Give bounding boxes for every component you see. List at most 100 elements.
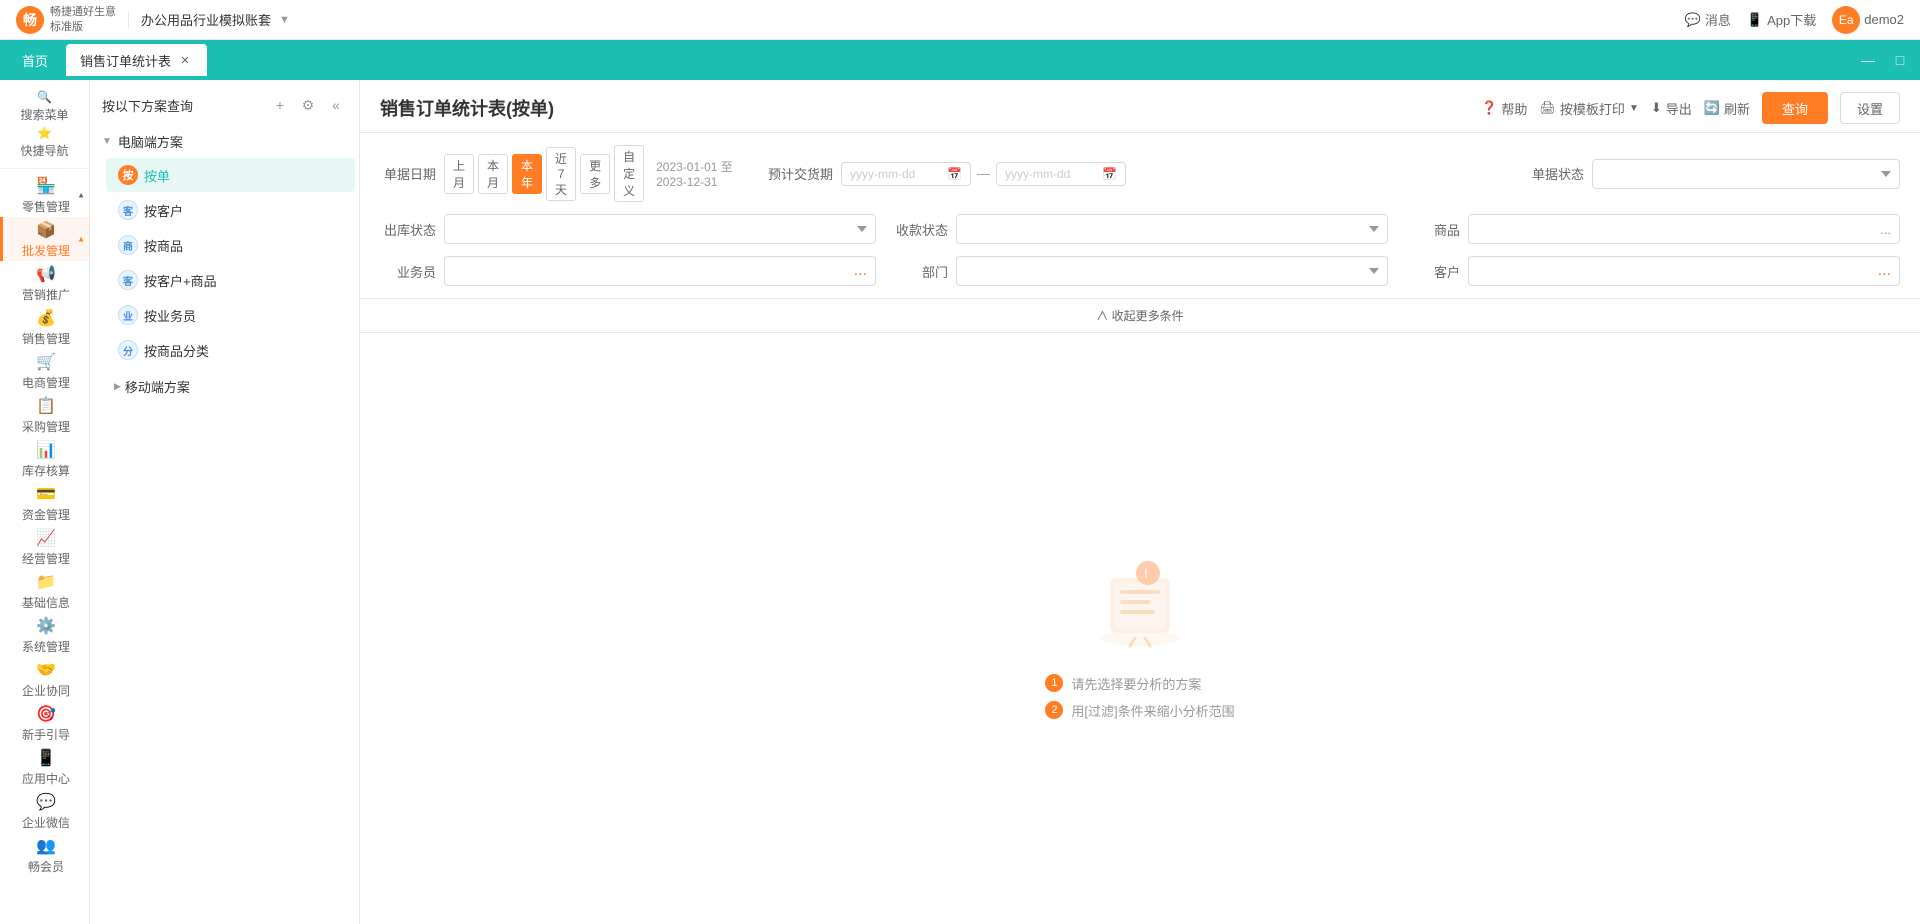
panel-collapse-button[interactable]: «: [325, 94, 347, 116]
sidebar-item-inventory[interactable]: 📊 库存核算: [0, 437, 89, 481]
date-btn-last-month[interactable]: 上月: [444, 154, 474, 194]
nav-icon: ⭐: [37, 126, 52, 140]
main-layout: 🔍 搜索菜单 ⭐ 快捷导航 🏪 零售管理 📦 批发管理 📢 营销推广: [0, 80, 1920, 924]
sidebar-item-system[interactable]: ⚙️ 系统管理: [0, 613, 89, 657]
settings-button[interactable]: 设置: [1840, 92, 1900, 124]
sidebar-item-enterprise[interactable]: 🤝 企业协同: [0, 657, 89, 701]
date-btn-this-month[interactable]: 本月: [478, 154, 508, 194]
department-label: 部门: [892, 262, 948, 281]
plan-list: ▼ 电脑端方案 按 按单 客 按客户 商: [90, 122, 359, 408]
date-btn-last-7days[interactable]: 近7天: [546, 147, 576, 201]
basic-icon: 📁: [36, 572, 56, 592]
app-download-button[interactable]: 📱 App下载: [1747, 10, 1816, 29]
plan-group-desktop: ▼ 电脑端方案 按 按单 客 按客户 商: [90, 126, 359, 367]
plan-item-label-by-salesman: 按业务员: [144, 306, 196, 325]
help-button[interactable]: ❓ 帮助: [1481, 99, 1527, 118]
wholesale-icon: 📦: [36, 220, 56, 240]
query-button[interactable]: 查询: [1762, 92, 1828, 124]
member-icon: 👥: [36, 836, 56, 856]
plan-item-by-customer-product[interactable]: 客 按客户+商品: [106, 263, 355, 297]
salesman-more-icon[interactable]: ...: [854, 262, 867, 280]
left-panel-header: 按以下方案查询 + ⚙ «: [90, 88, 359, 122]
refresh-button[interactable]: 🔄 刷新: [1704, 99, 1750, 118]
sidebar-item-newbie[interactable]: 🎯 新手引导: [0, 701, 89, 745]
message-button[interactable]: 💬 消息: [1685, 10, 1731, 29]
filter-doc-status-field: 单据状态: [1528, 159, 1900, 189]
filter-ship-status-field: 出库状态: [380, 214, 876, 244]
filter-department-field: 部门: [892, 256, 1388, 286]
purchase-icon: 📋: [36, 396, 56, 416]
marketing-icon: 📢: [36, 264, 56, 284]
plan-item-icon-by-customer: 客: [118, 200, 138, 220]
tab-minimize-button[interactable]: —: [1856, 48, 1880, 72]
sidebar-item-operation[interactable]: 📈 经营管理: [0, 525, 89, 569]
tab-home[interactable]: 首页: [8, 44, 62, 76]
date-btn-custom[interactable]: 自定义: [614, 145, 644, 202]
date-btn-this-year[interactable]: 本年: [512, 154, 542, 194]
user-avatar[interactable]: Ea demo2: [1832, 6, 1904, 34]
plan-item-label-by-order: 按单: [144, 166, 170, 185]
left-panel-title: 按以下方案查询: [102, 96, 193, 115]
filter-customer-field: 客户 ...: [1404, 256, 1900, 286]
ship-status-select[interactable]: [444, 214, 876, 244]
plan-item-by-order[interactable]: 按 按单: [106, 158, 355, 192]
add-plan-button[interactable]: +: [269, 94, 291, 116]
filter-row-2: 出库状态 收款状态 商品: [380, 214, 1900, 244]
logo-text: 畅捷通好生意 标准版: [50, 5, 116, 34]
sidebar-item-ecommerce[interactable]: 🛒 电商管理: [0, 349, 89, 393]
plan-group-desktop-header[interactable]: ▼ 电脑端方案: [90, 126, 359, 157]
workspace-dropdown-icon[interactable]: ▼: [279, 14, 290, 26]
print-button[interactable]: 🖨 按模板打印 ▼: [1539, 99, 1638, 118]
tab-maximize-button[interactable]: □: [1888, 48, 1912, 72]
sidebar-item-marketing[interactable]: 📢 营销推广: [0, 261, 89, 305]
plan-item-by-customer[interactable]: 客 按客户: [106, 193, 355, 227]
salesman-input[interactable]: ...: [444, 256, 876, 286]
workspace-title[interactable]: 办公用品行业模拟账套: [141, 10, 271, 29]
sidebar-item-wechat[interactable]: 💬 企业微信: [0, 789, 89, 833]
department-select[interactable]: [956, 256, 1388, 286]
empty-illustration: !: [1080, 538, 1200, 658]
sidebar-top: 🔍 搜索菜单 ⭐ 快捷导航: [0, 80, 89, 169]
collapse-bar[interactable]: ∧ 收起更多条件: [360, 299, 1920, 333]
collect-status-select[interactable]: [956, 214, 1388, 244]
sidebar-item-purchase[interactable]: 📋 采购管理: [0, 393, 89, 437]
expected-date-to[interactable]: yyyy-mm-dd 📅: [996, 162, 1126, 186]
plan-items: 按 按单 客 按客户 商 按商品 客 按客户+商: [90, 158, 359, 367]
plan-settings-button[interactable]: ⚙: [297, 94, 319, 116]
print-dropdown-icon[interactable]: ▼: [1629, 103, 1639, 114]
plan-item-label-by-category: 按商品分类: [144, 341, 209, 360]
date-label: 单据日期: [380, 164, 436, 183]
sidebar-search[interactable]: 🔍 搜索菜单: [0, 88, 89, 124]
expected-date-pickers: yyyy-mm-dd 📅 — yyyy-mm-dd 📅: [841, 162, 1126, 186]
plan-item-icon-by-salesman: 业: [118, 305, 138, 325]
plan-item-by-category[interactable]: 分 按商品分类: [106, 333, 355, 367]
sidebar-quick-nav[interactable]: ⭐ 快捷导航: [0, 124, 89, 160]
expected-date-from[interactable]: yyyy-mm-dd 📅: [841, 162, 971, 186]
doc-status-select[interactable]: [1592, 159, 1900, 189]
logo-icon: 畅: [16, 6, 44, 34]
plan-subgroup-mobile-header[interactable]: ▶ 移动端方案: [90, 371, 359, 402]
filter-date-field: 单据日期 上月 本月 本年 近7天 更多 自定义 2023-01-01 至 20…: [380, 145, 752, 202]
date-btn-more[interactable]: 更多: [580, 154, 610, 194]
export-button[interactable]: ⬇ 导出: [1651, 99, 1692, 118]
sidebar-item-member[interactable]: 👥 畅会员: [0, 833, 89, 877]
product-more-icon[interactable]: ...: [1880, 222, 1891, 237]
sidebar-item-basic[interactable]: 📁 基础信息: [0, 569, 89, 613]
plan-group-arrow-icon: ▼: [102, 136, 112, 147]
plan-item-by-salesman[interactable]: 业 按业务员: [106, 298, 355, 332]
print-icon: 🖨: [1539, 100, 1556, 116]
sidebar-item-retail[interactable]: 🏪 零售管理: [0, 173, 89, 217]
sidebar-item-appstore[interactable]: 📱 应用中心: [0, 745, 89, 789]
customer-input[interactable]: ...: [1468, 256, 1900, 286]
sidebar-item-finance[interactable]: 💳 资金管理: [0, 481, 89, 525]
tab-close-icon[interactable]: ✕: [177, 52, 193, 68]
tab-sales-stat[interactable]: 销售订单统计表 ✕: [66, 44, 207, 76]
product-input[interactable]: ...: [1468, 214, 1900, 244]
mobile-group-label: 移动端方案: [125, 377, 190, 396]
sidebar-item-sales[interactable]: 💰 销售管理: [0, 305, 89, 349]
sidebar-item-wholesale[interactable]: 📦 批发管理: [0, 217, 89, 261]
plan-item-by-product[interactable]: 商 按商品: [106, 228, 355, 262]
customer-more-icon[interactable]: ...: [1878, 262, 1891, 280]
enterprise-icon: 🤝: [36, 660, 56, 680]
tip-num-1: 1: [1045, 674, 1063, 692]
